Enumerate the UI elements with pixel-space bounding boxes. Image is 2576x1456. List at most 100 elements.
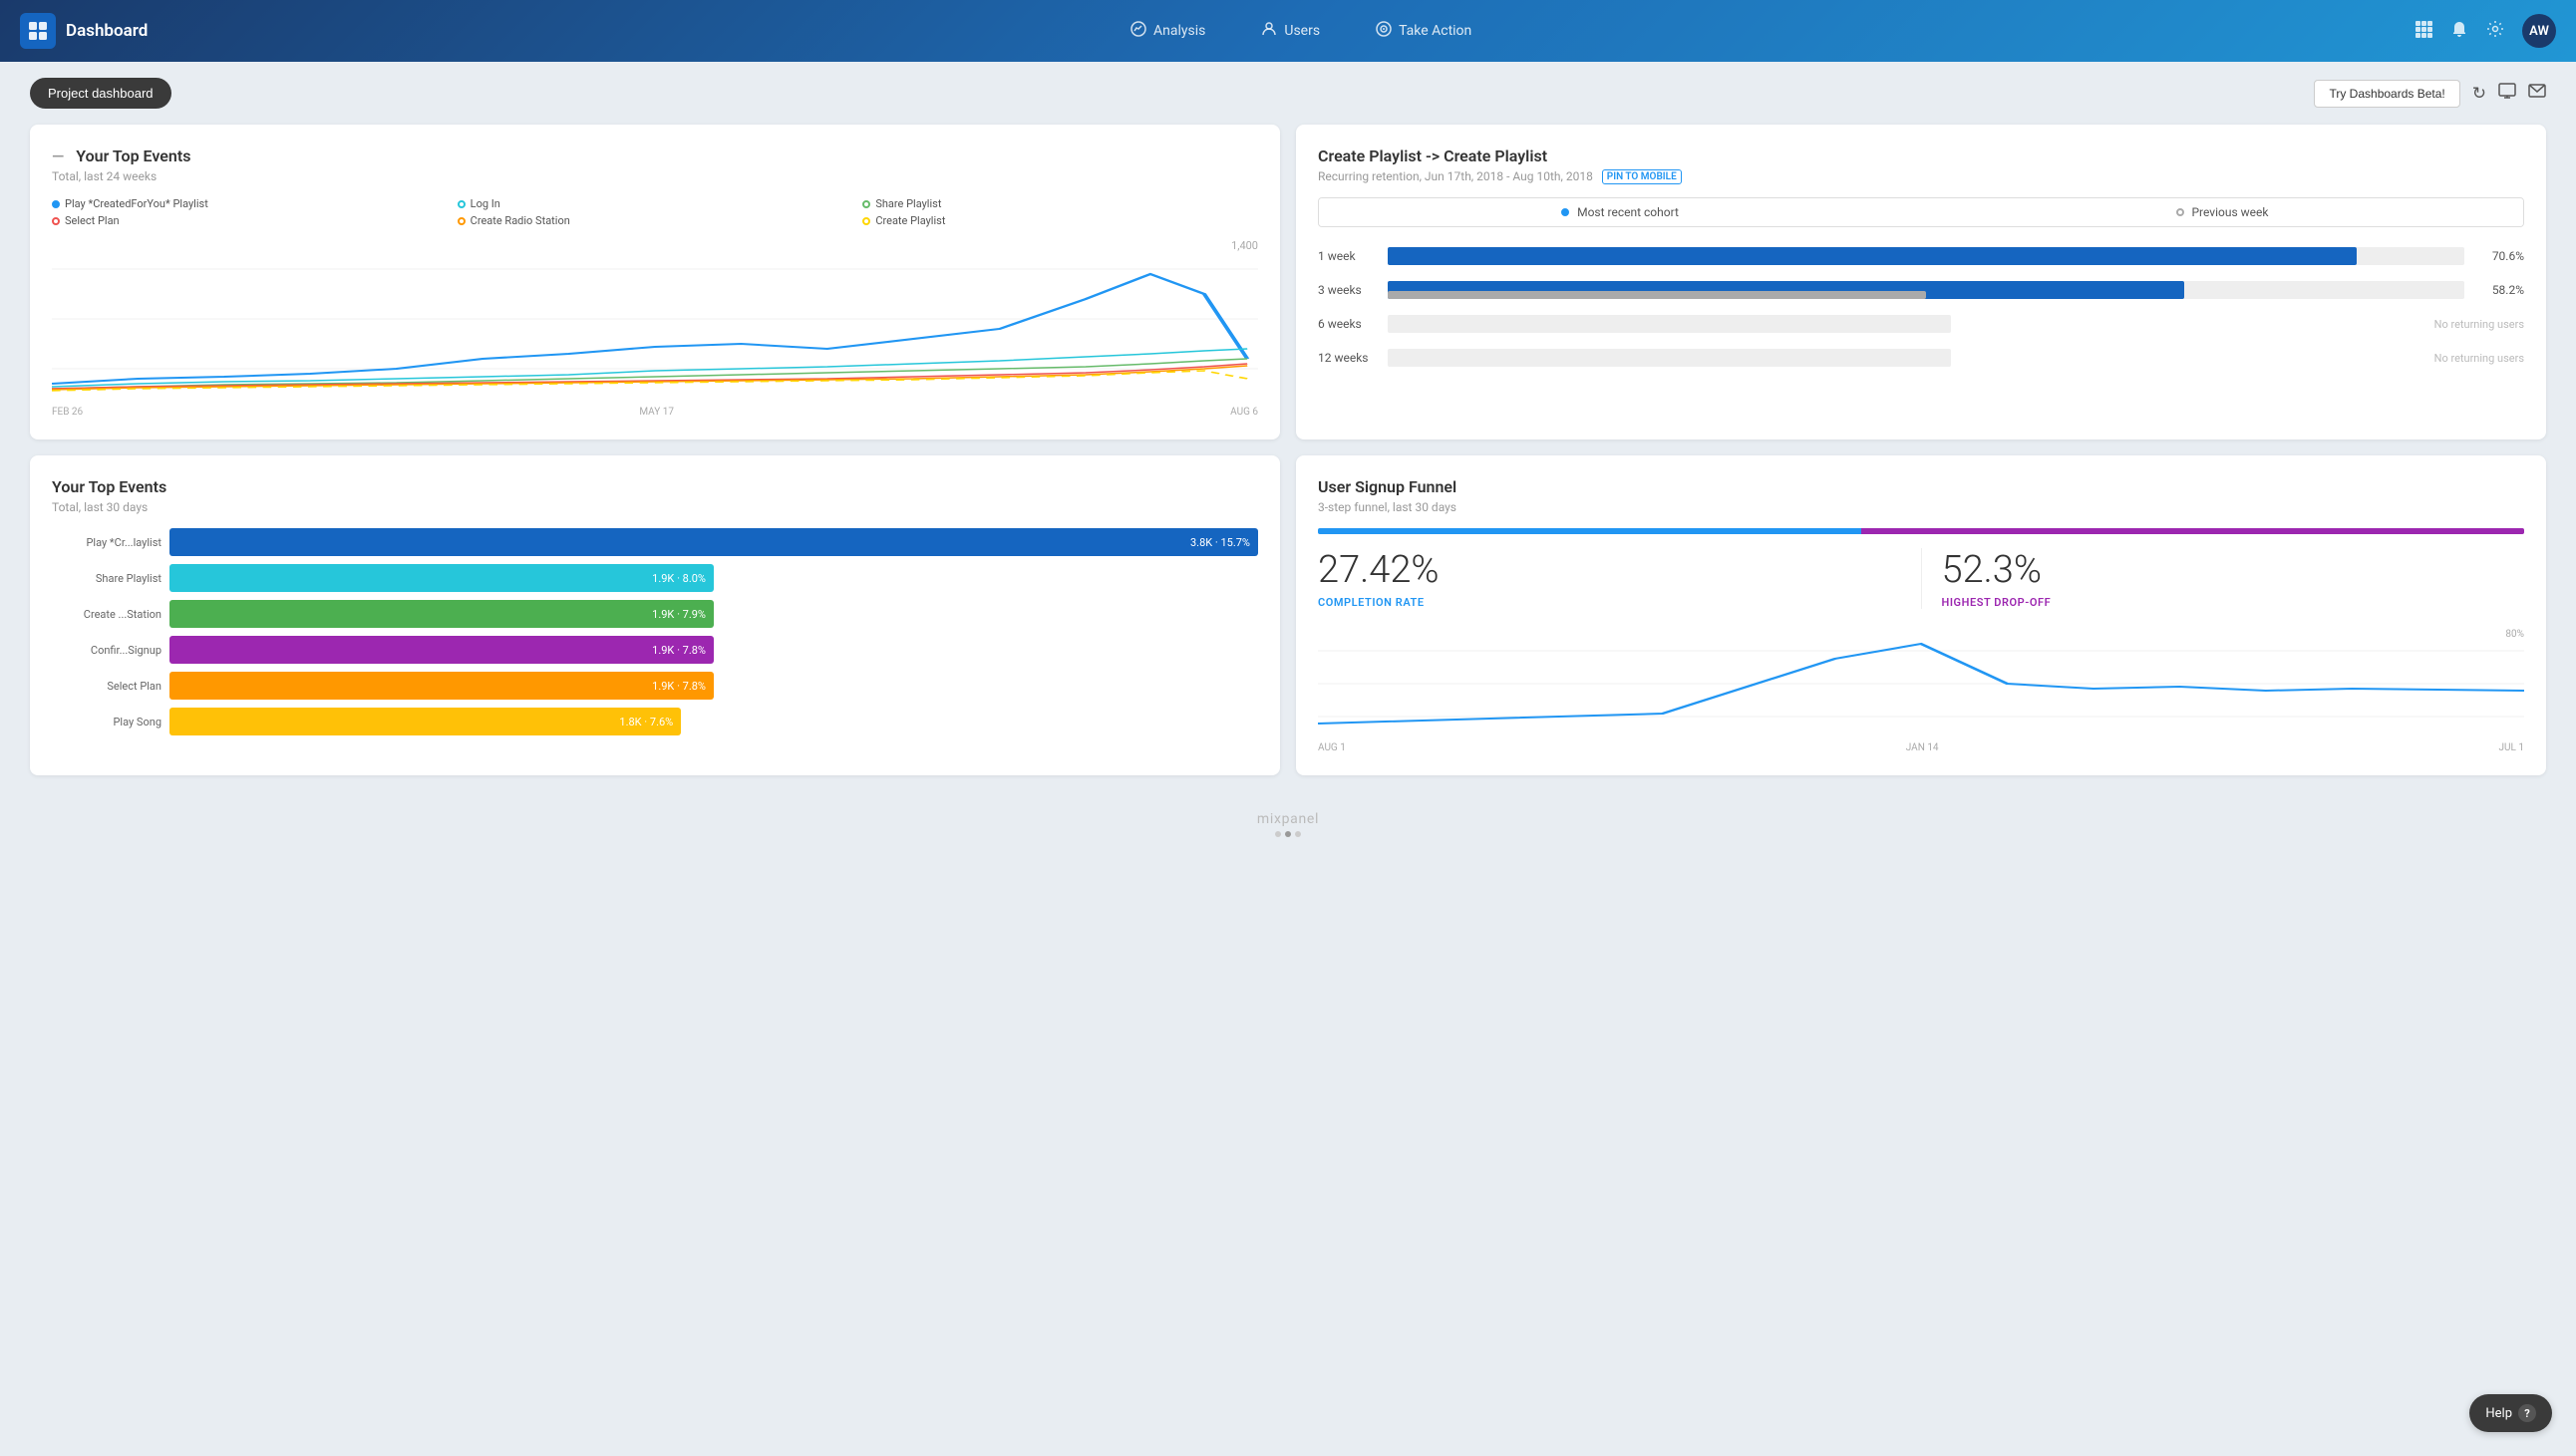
refresh-icon[interactable]: ↻ <box>2472 84 2486 104</box>
try-beta-button[interactable]: Try Dashboards Beta! <box>2314 80 2459 108</box>
main-grid: — Your Top Events Total, last 24 weeks P… <box>0 125 2576 795</box>
funnel-divider <box>1921 548 1922 609</box>
horizontal-bar-chart: Play *Cr...laylist 3.8K · 15.7% Share Pl… <box>52 528 1258 735</box>
legend-item-1: Log In <box>458 197 853 210</box>
legend-dot-2 <box>862 200 870 208</box>
funnel-chart-area: 80% <box>1318 629 2524 738</box>
display-icon[interactable] <box>2498 82 2516 105</box>
legend-item-4: Create Radio Station <box>458 214 853 227</box>
funnel-x-1: JAN 14 <box>1906 742 1939 753</box>
funnel-completion-label: COMPLETION RATE <box>1318 596 1901 609</box>
settings-icon[interactable] <box>2486 20 2504 43</box>
bar-row-3: Confir...Signup 1.9K · 7.8% <box>52 636 1258 664</box>
legend-item-3: Select Plan <box>52 214 448 227</box>
legend-item-2: Share Playlist <box>862 197 1258 210</box>
bar-fill-0: 3.8K · 15.7% <box>169 528 1258 556</box>
nav-analysis[interactable]: Analysis <box>1123 17 1213 45</box>
retention-tab-most-recent[interactable]: Most recent cohort <box>1319 198 1921 226</box>
funnel-purple-bar <box>1861 528 2525 534</box>
bar-fill-1: 1.9K · 8.0% <box>169 564 714 592</box>
header-right: AW <box>2415 14 2556 48</box>
bar-row-2: Create ...Station 1.9K · 7.9% <box>52 600 1258 628</box>
project-dashboard-button[interactable]: Project dashboard <box>30 78 171 109</box>
funnel-subtitle: 3-step funnel, last 30 days <box>1318 500 2524 514</box>
help-label: Help <box>2485 1406 2512 1421</box>
retention-no-data-0: No returning users <box>1961 318 2524 331</box>
help-button[interactable]: Help ? <box>2469 1394 2552 1432</box>
logo-area[interactable]: Dashboard <box>20 13 148 49</box>
bar-label-5: Play Song <box>52 716 161 728</box>
funnel-card: User Signup Funnel 3-step funnel, last 3… <box>1296 455 2546 775</box>
bar-fill-4: 1.9K · 7.8% <box>169 672 714 700</box>
bar-label-2: Create ...Station <box>52 608 161 621</box>
retention-label-3: 12 weeks <box>1318 351 1378 365</box>
top-events-bar-card: Your Top Events Total, last 30 days Play… <box>30 455 1280 775</box>
funnel-title: User Signup Funnel <box>1318 477 2524 496</box>
footer-dot-1 <box>1285 831 1291 837</box>
notifications-icon[interactable] <box>2450 20 2468 43</box>
logo-icon <box>20 13 56 49</box>
brand-label: Dashboard <box>66 21 148 41</box>
bar-fill-5: 1.8K · 7.6% <box>169 708 681 735</box>
bar-label-0: Play *Cr...laylist <box>52 536 161 549</box>
main-nav: Analysis Users Take Action <box>187 17 2415 45</box>
radio-outline-dot <box>2176 208 2184 216</box>
funnel-dropoff-value: 52.3% <box>1942 548 2525 592</box>
funnel-completion-metric: 27.42% COMPLETION RATE <box>1318 548 1901 609</box>
nav-analysis-label: Analysis <box>1153 23 1205 39</box>
retention-subtitle: Recurring retention, Jun 17th, 2018 - Au… <box>1318 169 2524 183</box>
retention-row-2: 6 weeks No returning users <box>1318 315 2524 333</box>
bar-fill-3: 1.9K · 7.8% <box>169 636 714 664</box>
funnel-x-2: JUL 1 <box>2498 742 2524 753</box>
retention-value-1: 58.2% <box>2474 283 2524 297</box>
chart-x-labels: FEB 26 MAY 17 AUG 6 <box>52 407 1258 418</box>
bar-label-3: Confir...Signup <box>52 644 161 657</box>
x-label-1: MAY 17 <box>639 407 674 418</box>
line-chart-area: 1,400 <box>52 239 1258 399</box>
legend-dot-4 <box>458 217 466 225</box>
nav-users-label: Users <box>1284 23 1320 39</box>
grid-icon[interactable] <box>2415 20 2432 43</box>
retention-label-2: 6 weeks <box>1318 317 1378 331</box>
retention-toggle: Most recent cohort Previous week <box>1318 197 2524 227</box>
funnel-x-labels: AUG 1 JAN 14 JUL 1 <box>1318 742 2524 753</box>
toolbar-right: Try Dashboards Beta! ↻ <box>2314 80 2546 108</box>
bar-row-0: Play *Cr...laylist 3.8K · 15.7% <box>52 528 1258 556</box>
retention-label-1: 3 weeks <box>1318 283 1378 297</box>
funnel-bars-top <box>1318 528 2524 534</box>
radio-active-dot <box>1561 208 1569 216</box>
legend-dot-5 <box>862 217 870 225</box>
x-label-0: FEB 26 <box>52 407 83 418</box>
top-events-subtitle: Total, last 24 weeks <box>52 169 1258 183</box>
retention-row-1: 3 weeks 58.2% <box>1318 281 2524 299</box>
top-events-bar-subtitle: Total, last 30 days <box>52 500 1258 514</box>
bar-row-4: Select Plan 1.9K · 7.8% <box>52 672 1258 700</box>
nav-take-action[interactable]: Take Action <box>1368 17 1479 45</box>
chart-legend: Play *CreatedForYou* Playlist Log In Sha… <box>52 197 1258 227</box>
user-avatar[interactable]: AW <box>2522 14 2556 48</box>
funnel-dropoff-metric: 52.3% HIGHEST DROP-OFF <box>1942 548 2525 609</box>
footer-dot-0 <box>1275 831 1281 837</box>
bar-label-1: Share Playlist <box>52 572 161 585</box>
email-icon[interactable] <box>2528 82 2546 105</box>
users-icon <box>1261 21 1277 41</box>
bar-row-5: Play Song 1.8K · 7.6% <box>52 708 1258 735</box>
retention-bar-1 <box>1388 281 2464 299</box>
help-icon: ? <box>2518 1404 2536 1422</box>
nav-take-action-label: Take Action <box>1399 23 1471 39</box>
funnel-metrics: 27.42% COMPLETION RATE 52.3% HIGHEST DRO… <box>1318 548 2524 609</box>
retention-no-data-1: No returning users <box>1961 352 2524 365</box>
pin-to-mobile-label[interactable]: PIN TO MOBILE <box>1602 169 1682 184</box>
retention-title: Create Playlist -> Create Playlist <box>1318 146 2524 165</box>
footer: mixpanel <box>0 795 2576 853</box>
legend-dot-1 <box>458 200 466 208</box>
retention-tab-previous-week[interactable]: Previous week <box>1921 198 2523 226</box>
nav-users[interactable]: Users <box>1253 17 1328 45</box>
top-events-title: — Your Top Events <box>52 146 1258 165</box>
funnel-y-label: 80% <box>2505 629 2524 640</box>
retention-row-3: 12 weeks No returning users <box>1318 349 2524 367</box>
funnel-chart-svg <box>1318 629 2524 738</box>
top-events-line-card: — Your Top Events Total, last 24 weeks P… <box>30 125 1280 439</box>
retention-label-0: 1 week <box>1318 249 1378 263</box>
footer-brand: mixpanel <box>1257 811 1319 827</box>
